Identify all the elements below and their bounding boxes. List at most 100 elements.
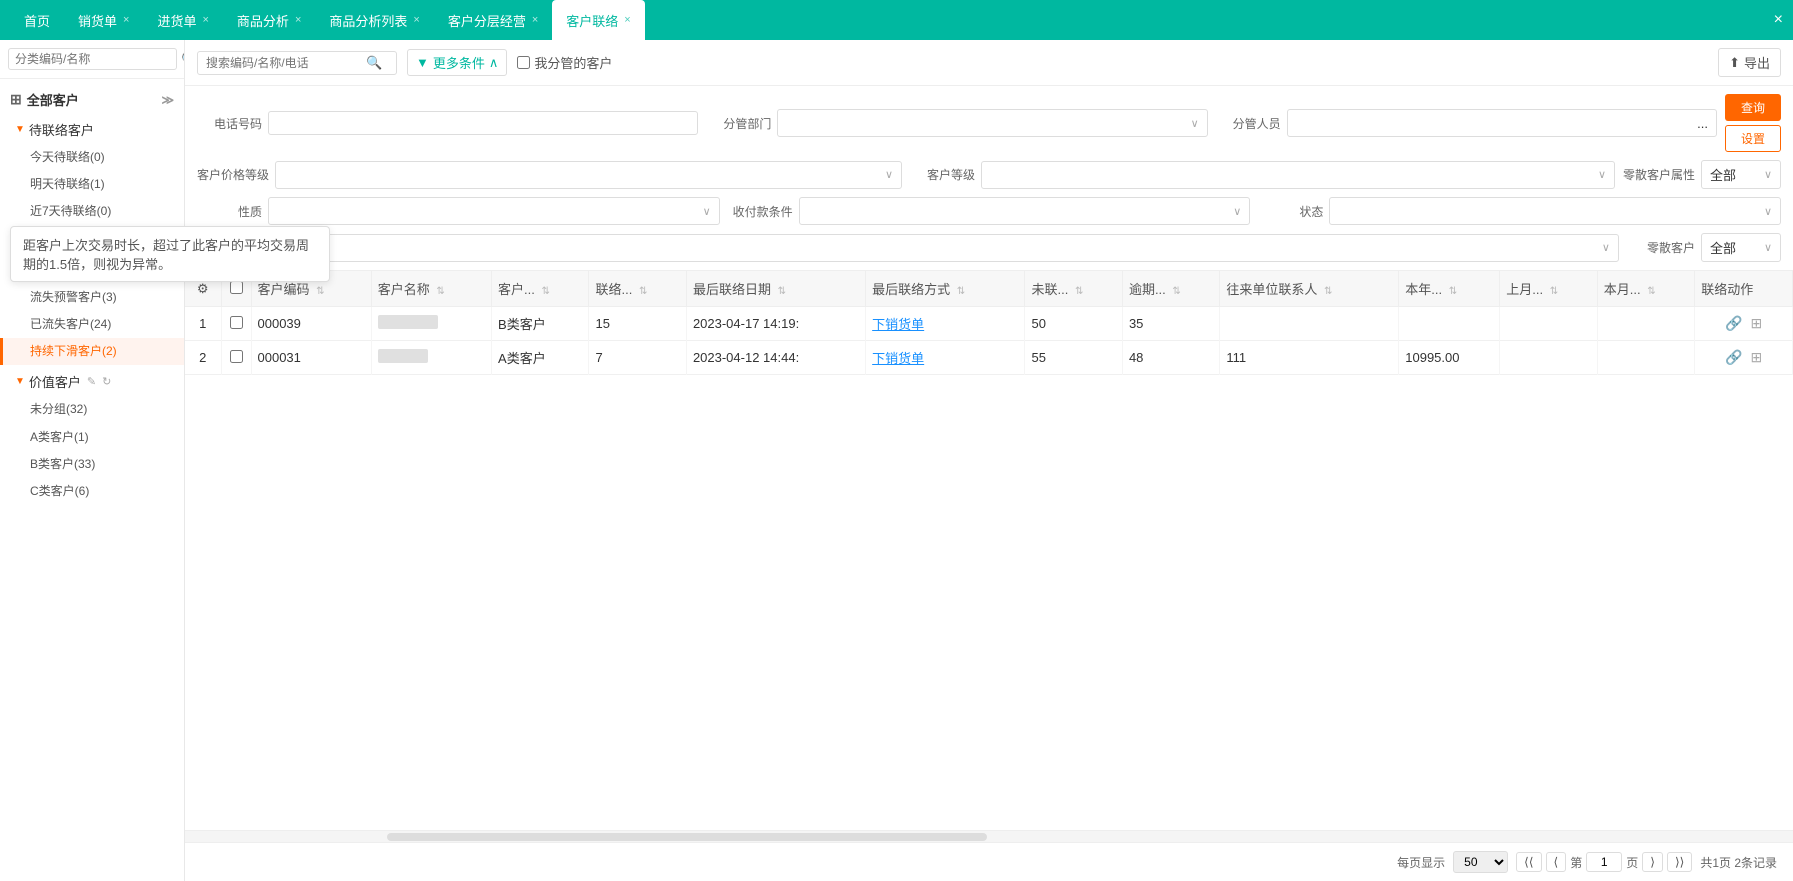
nav-customer-segment[interactable]: 客户分层经营 × [434,0,552,40]
row2-checkbox-cell [221,341,251,375]
sidebar-item-c-class[interactable]: C类客户(6) [0,478,184,505]
th-uncontacted[interactable]: 未联... ⇅ [1025,271,1122,307]
th-last-date[interactable]: 最后联络日期 ⇅ [686,271,865,307]
first-page-btn[interactable]: ⟨⟨ [1516,852,1541,872]
nav-home[interactable]: 首页 [10,0,64,40]
th-contact[interactable]: 联络... ⇅ [589,271,686,307]
sidebar-item-7days[interactable]: 近7天待联络(0) [0,198,184,225]
nav-customer-segment-close[interactable]: × [532,14,538,26]
nav-product-analysis-close[interactable]: × [295,14,301,26]
select-all-checkbox[interactable] [230,281,243,294]
row2-contact-person: 111 [1220,341,1399,375]
manager-select[interactable]: ... [1287,109,1717,137]
th-level[interactable]: 客户... ⇅ [492,271,589,307]
nav-customer-contact-close[interactable]: × [624,14,630,26]
price-level-select[interactable]: ∨ [275,161,902,189]
sidebar-item-today[interactable]: 今天待联络(0) [0,144,184,171]
main-layout: 🔍 ⊞ 全部客户 ≫ ▼ 待联络客户 今天待联络(0) 明天待联络(1) 近7天… [0,40,1793,881]
row1-num: 1 [185,307,221,341]
prev-page-btn[interactable]: ⟨ [1546,852,1567,872]
window-close-btn[interactable]: × [1774,11,1783,29]
nav-product-list[interactable]: 商品分析列表 × [315,0,433,40]
customer-level-select[interactable]: ∨ [981,161,1615,189]
nav-sales-close[interactable]: × [123,14,129,26]
sidebar-item-lost[interactable]: 已流失客户(24) [0,311,184,338]
filter-area: 电话号码 分管部门 ∨ 分管人员 ... 查询 [185,86,1793,271]
row1-checkbox[interactable] [230,316,243,329]
sidebar-search-input[interactable] [8,48,177,70]
pagination: 每页显示 50 20 100 200 ⟨⟨ ⟨ 第 页 ⟩ ⟩⟩ 共1页 2条记… [185,842,1793,881]
row2-grid-icon[interactable]: ⊞ [1750,349,1762,366]
th-contact-person[interactable]: 往来单位联系人 ⇅ [1220,271,1399,307]
retail-attr-select[interactable]: 全部 ∨ [1701,160,1781,189]
last-page-btn[interactable]: ⟩⟩ [1667,852,1692,872]
sidebar-value-title[interactable]: ▼ 价值客户 ✎ ↻ [0,367,184,396]
status-select[interactable]: ∨ [1329,197,1781,225]
sidebar-item-loss-warning[interactable]: 流失预警客户(3) [0,284,184,311]
main-search-icon[interactable]: 🔍 [366,55,382,71]
row1-overdue: 35 [1122,307,1219,341]
row1-last-month [1500,307,1597,341]
row2-last-method[interactable]: 下销货单 [866,341,1025,375]
sidebar-item-declining[interactable]: 持续下滑客户(2) [0,338,184,365]
my-customer-filter: 我分管的客户 [517,53,612,72]
sidebar-item-a-class[interactable]: A类客户(1) [0,424,184,451]
horizontal-scrollbar[interactable] [185,830,1793,842]
filter-phone: 电话号码 [197,111,698,135]
filter-retail-customer: 零散客户 全部 ∨ [1647,233,1781,262]
sidebar-content: ⊞ 全部客户 ≫ ▼ 待联络客户 今天待联络(0) 明天待联络(1) 近7天待联… [0,79,184,881]
nav-customer-contact[interactable]: 客户联络 × [552,0,644,40]
th-year-amount[interactable]: 本年... ⇅ [1399,271,1500,307]
nav-product-list-close[interactable]: × [413,14,419,26]
filter-price-level: 客户价格等级 ∨ [197,161,902,189]
customer-type-select[interactable]: ∨ [314,234,1619,262]
nav-purchase-close[interactable]: × [202,14,208,26]
row1-grid-icon[interactable]: ⊞ [1750,315,1762,332]
sidebar-item-ungrouped[interactable]: 未分组(32) [0,396,184,423]
phone-input[interactable] [268,111,698,135]
next-page-btn[interactable]: ⟩ [1642,852,1663,872]
nav-product-analysis[interactable]: 商品分析 × [223,0,315,40]
page-input[interactable] [1586,852,1622,872]
sidebar-pending-title[interactable]: ▼ 待联络客户 [0,115,184,144]
gender-select[interactable]: ∨ [268,197,720,225]
row2-level: A类客户 [492,341,589,375]
dept-arrow: ∨ [1191,117,1199,130]
table-row: 1 000039 B类客户 15 2023-04-17 14:19: 下销货单 … [185,307,1793,341]
scroll-thumb[interactable] [387,833,987,841]
sidebar-collapse-btn[interactable]: ≫ [161,93,174,107]
sidebar-all-customers[interactable]: ⊞ 全部客户 ≫ [0,84,184,115]
status-arrow: ∨ [1764,205,1772,218]
th-last-method[interactable]: 最后联络方式 ⇅ [866,271,1025,307]
page-size-select[interactable]: 50 20 100 200 [1453,851,1508,873]
sidebar-item-tomorrow[interactable]: 明天待联络(1) [0,171,184,198]
export-btn[interactable]: ⬆ 导出 [1718,48,1781,77]
row2-link-icon[interactable]: 🔗 [1725,349,1742,366]
table-area[interactable]: ⚙ 客户编码 ⇅ 客户名称 ⇅ 客户... [185,271,1793,830]
sort-cp-icon: ⇅ [1324,286,1332,297]
row1-link-icon[interactable]: 🔗 [1725,315,1742,332]
dept-select[interactable]: ∨ [777,109,1207,137]
sidebar-item-b-class[interactable]: B类客户(33) [0,451,184,478]
query-btn[interactable]: 查询 [1725,94,1781,121]
row2-checkbox[interactable] [230,350,243,363]
price-arrow: ∨ [885,168,893,181]
row1-last-method[interactable]: 下销货单 [866,307,1025,341]
nav-purchase[interactable]: 进货单 × [143,0,222,40]
th-this-month[interactable]: 本月... ⇅ [1597,271,1694,307]
nav-sales[interactable]: 销货单 × [64,0,143,40]
main-search-input[interactable] [206,56,366,70]
th-overdue[interactable]: 逾期... ⇅ [1122,271,1219,307]
edit-icon[interactable]: ✎ [87,375,96,388]
sort-contact-icon: ⇅ [639,286,647,297]
refresh-icon[interactable]: ↻ [102,375,111,388]
my-customer-checkbox[interactable] [517,56,530,69]
settings-btn[interactable]: 设置 [1725,125,1781,152]
th-last-month[interactable]: 上月... ⇅ [1500,271,1597,307]
payment-select[interactable]: ∨ [799,197,1251,225]
th-name[interactable]: 客户名称 ⇅ [371,271,491,307]
row1-name-placeholder [378,315,438,329]
retail-customer-select[interactable]: 全部 ∨ [1701,233,1781,262]
more-filter-btn[interactable]: ▼ 更多条件 ∧ [407,49,507,76]
sort-overdue-icon: ⇅ [1172,286,1180,297]
